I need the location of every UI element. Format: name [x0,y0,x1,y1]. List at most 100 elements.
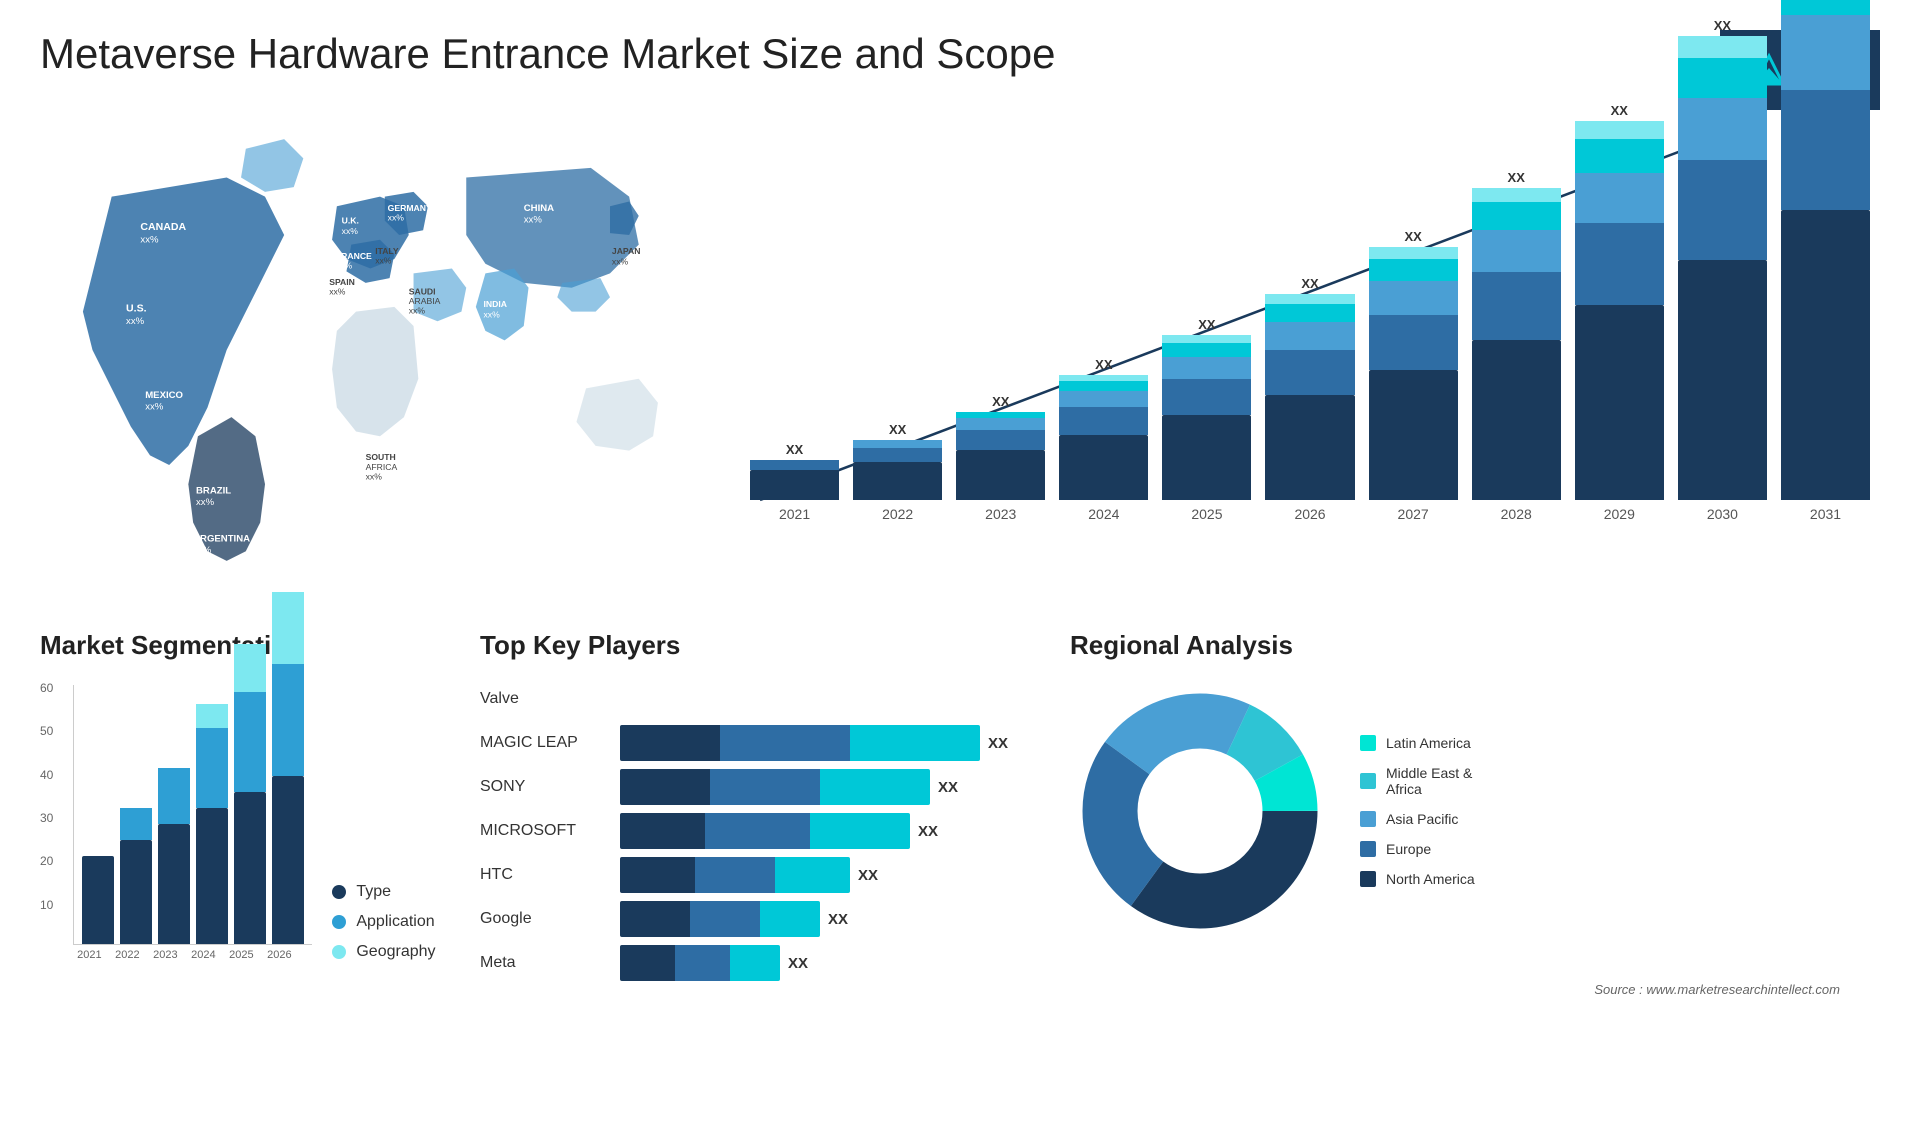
segmentation-section: Market Segmentation 60 50 40 30 20 10 [40,630,440,1090]
svg-text:SOUTH: SOUTH [366,452,396,462]
legend-geography-dot [332,945,346,959]
svg-text:FRANCE: FRANCE [336,251,372,261]
svg-text:xx%: xx% [388,213,405,223]
seg-x-2024: 2024 [187,949,219,961]
svg-text:xx%: xx% [126,316,145,327]
bar-group-2022: XX [853,422,942,500]
donut-chart [1070,681,1330,941]
player-bar-magic-leap: XX [620,725,1030,761]
player-row-google: Google XX [480,901,1030,937]
player-bar-sony: XX [620,769,1030,805]
svg-text:JAPAN: JAPAN [612,246,641,256]
legend-na-color [1360,871,1376,887]
player-bar-htc: XX [620,857,1030,893]
bar-group-2021: XX [750,442,839,500]
legend-mea-color [1360,773,1376,789]
regional-title: Regional Analysis [1070,630,1880,661]
seg-bar-2023 [158,768,190,944]
svg-text:BRAZIL: BRAZIL [196,486,231,497]
legend-na-label: North America [1386,871,1475,887]
seg-bar-2021 [82,856,114,944]
player-row-meta: Meta XX [480,945,1030,981]
y-label: 30 [40,811,53,825]
seg-x-2021: 2021 [73,949,105,961]
seg-bar-2026 [272,592,304,944]
bar-group-2029: XX [1575,103,1664,500]
player-name-meta: Meta [480,954,610,972]
svg-text:xx%: xx% [483,309,500,319]
year-label: 2031 [1781,506,1870,522]
legend-latin-america: Latin America [1360,735,1475,751]
legend-application-dot [332,915,346,929]
seg-bar-2022 [120,808,152,944]
svg-text:AFRICA: AFRICA [366,462,398,472]
legend-eu-label: Europe [1386,841,1431,857]
svg-text:xx%: xx% [145,401,164,412]
player-name-magic-leap: MAGIC LEAP [480,734,610,752]
svg-text:xx%: xx% [409,306,426,316]
bar-group-2023: XX [956,394,1045,500]
svg-text:ARABIA: ARABIA [409,296,441,306]
year-label: 2030 [1678,506,1767,522]
seg-x-2023: 2023 [149,949,181,961]
seg-bar-2024 [196,704,228,944]
player-bar-meta: XX [620,945,1030,981]
xx-label: XX [786,442,803,457]
svg-text:INDIA: INDIA [483,299,506,309]
year-label: 2027 [1369,506,1458,522]
players-chart: Valve MAGIC LEAP XX [480,681,1030,981]
seg-x-2025: 2025 [225,949,257,961]
player-row-sony: SONY XX [480,769,1030,805]
svg-text:xx%: xx% [196,497,215,508]
year-label: 2021 [750,506,839,522]
players-title: Top Key Players [480,630,1030,661]
svg-text:MEXICO: MEXICO [145,390,183,401]
svg-text:CANADA: CANADA [140,221,186,233]
svg-text:xx%: xx% [336,261,353,271]
svg-text:U.K.: U.K. [342,216,359,226]
svg-text:CHINA: CHINA [524,203,554,214]
legend-middle-east: Middle East &Africa [1360,765,1475,797]
svg-text:xx%: xx% [375,256,392,266]
year-label: 2028 [1472,506,1561,522]
player-row-magic-leap: MAGIC LEAP XX [480,725,1030,761]
svg-text:SPAIN: SPAIN [329,277,355,287]
y-label: 40 [40,768,53,782]
svg-text:SAUDI: SAUDI [409,286,436,296]
legend-la-color [1360,735,1376,751]
bar-group-2031: XX [1781,0,1870,500]
y-label: 60 [40,681,53,695]
year-label: 2022 [853,506,942,522]
svg-text:xx%: xx% [612,257,629,267]
map-section: CANADA xx% U.S. xx% MEXICO xx% BRAZIL xx… [40,120,720,620]
legend-la-label: Latin America [1386,735,1471,751]
world-map: CANADA xx% U.S. xx% MEXICO xx% BRAZIL xx… [40,120,720,580]
svg-text:xx%: xx% [193,545,212,556]
svg-text:xx%: xx% [342,226,359,236]
seg-x-2022: 2022 [111,949,143,961]
legend-asia-pacific: Asia Pacific [1360,811,1475,827]
seg-x-2026: 2026 [263,949,295,961]
page-container: Metaverse Hardware Entrance Market Size … [0,0,1920,1100]
legend-mea-label: Middle East &Africa [1386,765,1472,797]
bar-group-2025: XX [1162,317,1251,500]
year-label: 2024 [1059,506,1148,522]
regional-section: Regional Analysis [1070,630,1880,1090]
legend-type-dot [332,885,346,899]
legend-geography: Geography [332,943,435,961]
y-label: 50 [40,724,53,738]
legend-ap-label: Asia Pacific [1386,811,1458,827]
svg-text:U.S.: U.S. [126,303,147,315]
svg-text:xx%: xx% [140,235,159,246]
svg-text:xx%: xx% [524,215,543,226]
year-label: 2025 [1162,506,1251,522]
player-name-microsoft: MICROSOFT [480,822,610,840]
legend-application: Application [332,913,435,931]
donut-area: Latin America Middle East &Africa Asia P… [1070,681,1880,941]
growth-chart-section: XX XX [740,120,1880,620]
bar-group-2026: XX [1265,276,1354,500]
y-label: 20 [40,854,53,868]
page-title: Metaverse Hardware Entrance Market Size … [40,30,1056,78]
player-name-google: Google [480,910,610,928]
player-row-valve: Valve [480,681,1030,717]
